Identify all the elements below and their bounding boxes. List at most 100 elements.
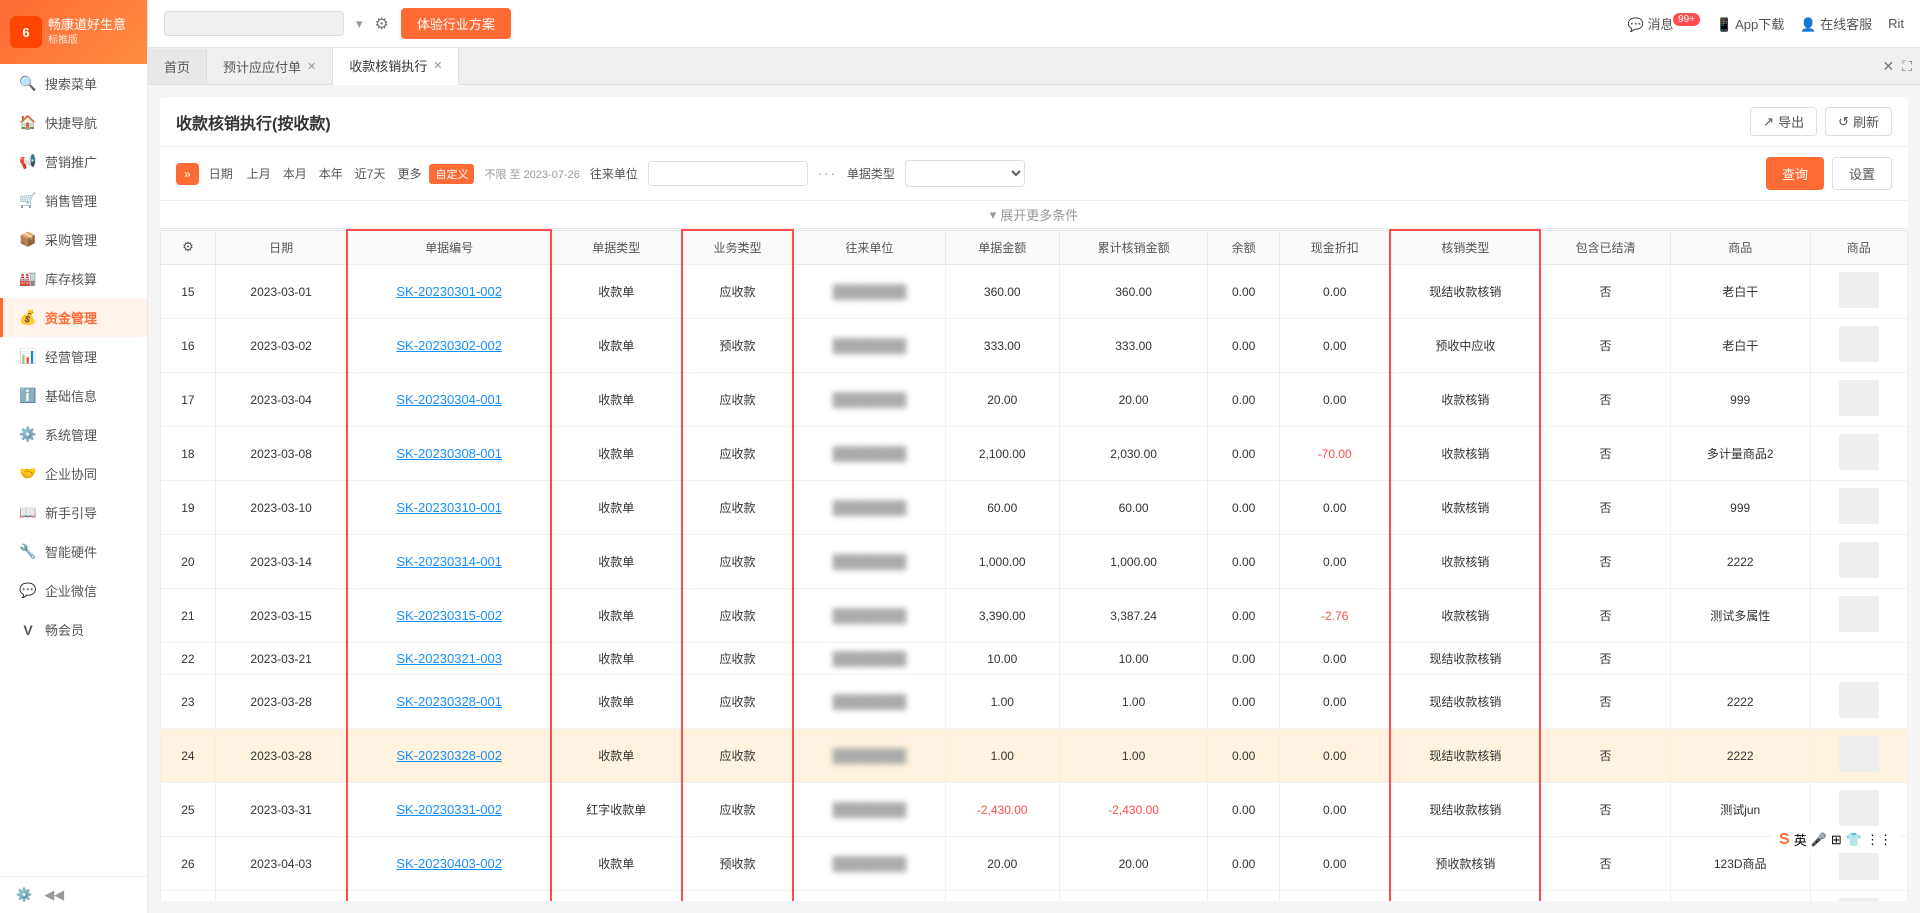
bill-no-link[interactable]: SK-20230321-003 — [396, 651, 502, 666]
settings-button[interactable]: 设置 — [1832, 157, 1892, 190]
app-download-link[interactable]: 📱 App下载 — [1716, 14, 1784, 33]
bill-no-link[interactable]: SK-20230328-001 — [396, 694, 502, 709]
tab-writeoff-close[interactable]: ✕ — [433, 59, 442, 72]
bill-no-link[interactable]: SK-20230308-001 — [396, 446, 502, 461]
online-support-link[interactable]: 👤 在线客服 — [1800, 14, 1872, 33]
date-this-month-btn[interactable]: 本月 — [279, 163, 311, 184]
collapse-icon[interactable]: ◀◀ — [44, 887, 64, 903]
row-bill-no: SK-20230308-001 — [347, 427, 550, 481]
row-num: 19 — [161, 481, 216, 535]
bill-no-link[interactable]: SK-20230304-001 — [396, 392, 502, 407]
row-biz-type: 应收款 — [682, 427, 794, 481]
dropdown-icon[interactable]: ▾ — [356, 16, 363, 32]
date-last-month-btn[interactable]: 上月 — [243, 163, 275, 184]
row-biz-type: 应收款 — [682, 891, 794, 902]
sidebar-item-system[interactable]: ⚙️ 系统管理 — [0, 415, 147, 454]
filter-bar: » 日期 上月 本月 本年 近7天 更多 自定义 不限 至 2023-07-26… — [160, 147, 1908, 201]
row-partner: ████████ — [793, 589, 945, 643]
refresh-button[interactable]: ↺ 刷新 — [1825, 107, 1892, 136]
row-writeoff-type: 收款核销 — [1390, 373, 1540, 427]
row-biz-type: 应收款 — [682, 729, 794, 783]
row-writeoff-type: 预收中应收 — [1390, 319, 1540, 373]
sidebar-item-label: 销售管理 — [45, 191, 97, 210]
watermark-apps: ⋮⋮ — [1866, 832, 1892, 848]
refresh-icon: ↺ — [1838, 114, 1849, 130]
tab-close-button[interactable]: ✕ — [1882, 58, 1894, 75]
tab-expand-button[interactable]: ⛶ — [1902, 58, 1912, 75]
message-entry[interactable]: 💬 消息 99+ — [1628, 14, 1700, 33]
sidebar-item-member[interactable]: V 畅会员 — [0, 610, 147, 649]
row-date: 2023-03-31 — [215, 783, 347, 837]
sidebar-item-wechat[interactable]: 💬 企业微信 — [0, 571, 147, 610]
tab-writeoff[interactable]: 收款核销执行 ✕ — [333, 48, 459, 85]
sidebar-item-quick[interactable]: 🏠 快捷导航 — [0, 103, 147, 142]
bill-no-link[interactable]: SK-20230331-002 — [396, 802, 502, 817]
tab-home[interactable]: 首页 — [148, 49, 207, 84]
user-name[interactable]: Rit — [1888, 16, 1904, 31]
bill-no-link[interactable]: SK-20230315-002 — [396, 608, 502, 623]
row-goods2 — [1810, 373, 1907, 427]
bill-no-link[interactable]: SK-20230301-002 — [396, 284, 502, 299]
date-7days-btn[interactable]: 近7天 — [351, 163, 390, 184]
watermark-text: 英 — [1794, 830, 1807, 849]
page-actions: ↗ 导出 ↺ 刷新 — [1750, 107, 1892, 136]
sidebar-item-label: 搜索菜单 — [45, 74, 97, 93]
sidebar-item-label: 畅会员 — [45, 620, 84, 639]
row-balance: 0.00 — [1208, 891, 1280, 902]
home-icon: 🏠 — [19, 114, 37, 131]
row-biz-type: 预收款 — [682, 837, 794, 891]
sidebar-item-marketing[interactable]: 📢 营销推广 — [0, 142, 147, 181]
sidebar-item-guide[interactable]: 📖 新手引导 — [0, 493, 147, 532]
row-writeoff-type: 现结收款核销 — [1390, 675, 1540, 729]
watermark-shirt: 👕 — [1846, 832, 1862, 848]
sidebar-item-search[interactable]: 🔍 搜索菜单 — [0, 64, 147, 103]
row-writeoff-type: 预收款核销 — [1390, 837, 1540, 891]
query-button[interactable]: 查询 — [1766, 157, 1824, 190]
row-writeoff-amount: 1,000.00 — [1059, 535, 1207, 589]
row-amount: 360.00 — [945, 265, 1059, 319]
settings-icon[interactable]: ⚙️ — [16, 887, 32, 903]
sidebar-item-hardware[interactable]: 🔧 智能硬件 — [0, 532, 147, 571]
sidebar-item-label: 资金管理 — [45, 308, 97, 327]
sidebar-item-sales[interactable]: 🛒 销售管理 — [0, 181, 147, 220]
date-more-btn[interactable]: 更多 — [393, 163, 425, 184]
table-settings-icon[interactable]: ⚙ — [182, 239, 194, 254]
bill-no-link[interactable]: SK-20230302-002 — [396, 338, 502, 353]
bill-no-link[interactable]: SK-20230310-001 — [396, 500, 502, 515]
date-filter-label: 日期 — [209, 165, 233, 182]
sidebar-item-operations[interactable]: 📊 经营管理 — [0, 337, 147, 376]
row-biz-type: 应收款 — [682, 373, 794, 427]
sidebar-item-finance[interactable]: 💰 资金管理 — [0, 298, 147, 337]
tab-home-label: 首页 — [164, 57, 190, 76]
row-writeoff-amount: 2,030.00 — [1059, 427, 1207, 481]
export-button[interactable]: ↗ 导出 — [1750, 107, 1817, 136]
sidebar-item-corp[interactable]: 🤝 企业协同 — [0, 454, 147, 493]
table-row: 20 2023-03-14 SK-20230314-001 收款单 应收款 ██… — [161, 535, 1908, 589]
topbar-search-input[interactable] — [164, 11, 344, 36]
row-writeoff-type: 现结收款核销 — [1390, 891, 1540, 902]
row-amount: 60.00 — [945, 481, 1059, 535]
bill-no-link[interactable]: SK-20230314-001 — [396, 554, 502, 569]
industry-solution-button[interactable]: 体验行业方案 — [401, 8, 511, 39]
message-badge: 99+ — [1673, 13, 1700, 26]
sidebar-item-inventory[interactable]: 🏭 库存核算 — [0, 259, 147, 298]
partner-filter-input[interactable] — [648, 161, 808, 186]
sidebar-item-purchase[interactable]: 📦 采购管理 — [0, 220, 147, 259]
row-discount: 0.00 — [1280, 891, 1391, 902]
tab-receivable-close[interactable]: ✕ — [307, 60, 316, 73]
col-writeoff-type: 核销类型 — [1390, 230, 1540, 265]
filter-toggle-button[interactable]: » — [176, 163, 199, 185]
gear-icon[interactable]: ⚙ — [375, 14, 389, 34]
bill-type-select[interactable] — [905, 160, 1025, 187]
col-settings[interactable]: ⚙ — [161, 230, 216, 265]
table-row: 16 2023-03-02 SK-20230302-002 收款单 预收款 ██… — [161, 319, 1908, 373]
sidebar-item-basic[interactable]: ℹ️ 基础信息 — [0, 376, 147, 415]
bill-no-link[interactable]: SK-20230328-002 — [396, 748, 502, 763]
bill-no-link[interactable]: SK-20230403-002 — [396, 856, 502, 871]
date-this-year-btn[interactable]: 本年 — [315, 163, 347, 184]
sidebar-item-label: 企业微信 — [45, 581, 97, 600]
date-custom-btn[interactable]: 自定义 — [429, 164, 474, 184]
expand-label: 展开更多条件 — [1000, 205, 1078, 224]
expand-conditions-button[interactable]: ▾ 展开更多条件 — [990, 205, 1079, 224]
tab-receivable[interactable]: 预计应应付单 ✕ — [207, 49, 333, 84]
